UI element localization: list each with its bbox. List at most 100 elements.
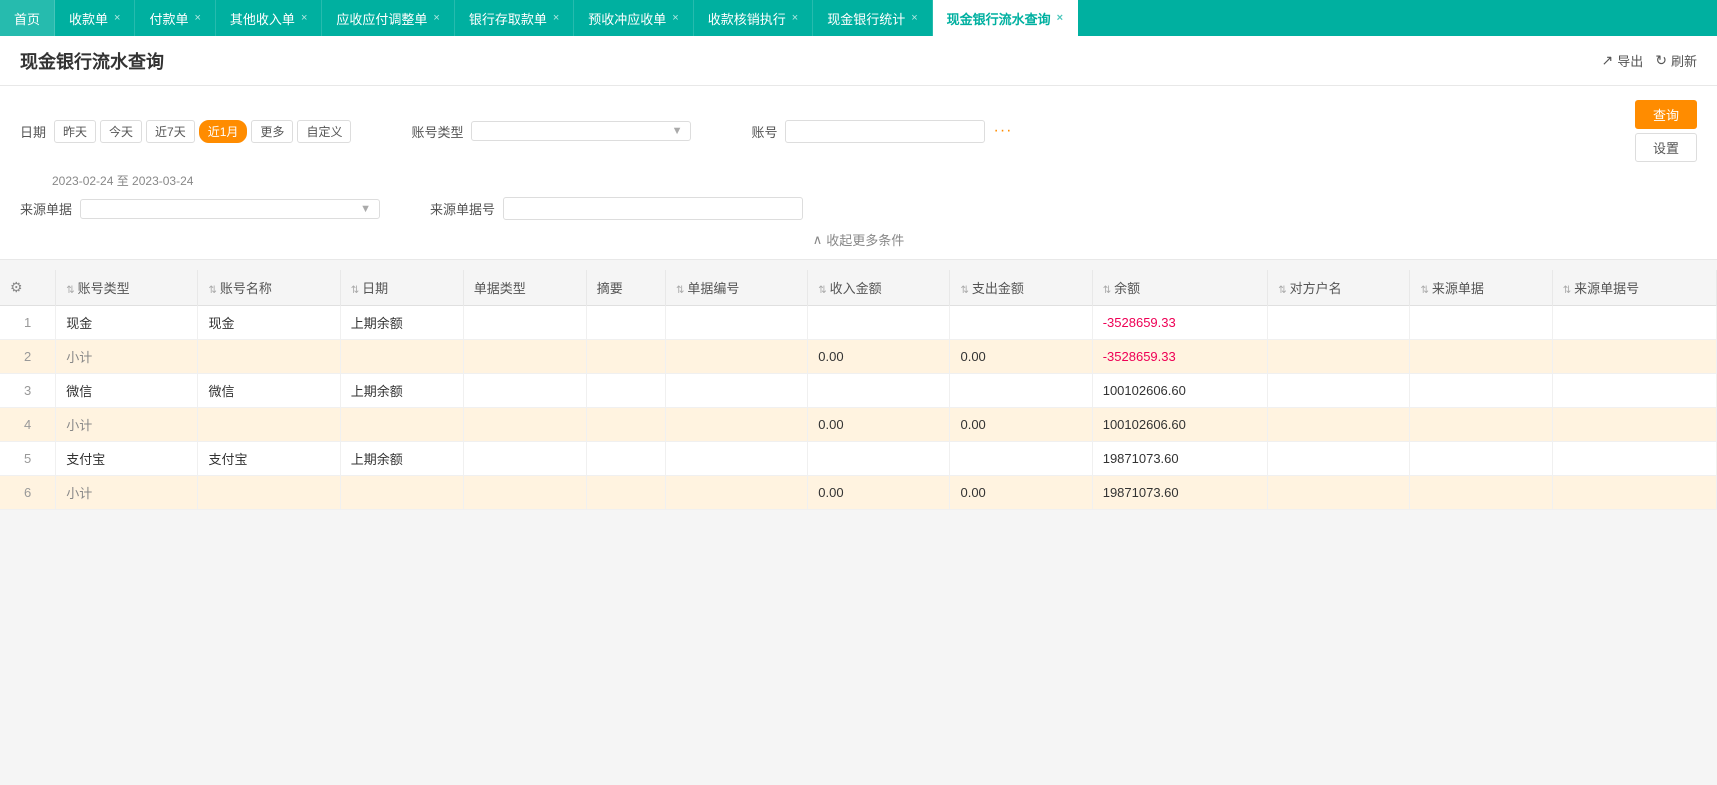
cell-account-name: 微信	[198, 374, 340, 408]
col-gear[interactable]: ⚙	[0, 270, 56, 306]
cell-doc-type	[463, 476, 586, 510]
cell-source-doc	[1410, 408, 1552, 442]
col-expense[interactable]: ⇅支出金额	[950, 270, 1092, 306]
nav-cash-stats[interactable]: 现金银行统计 ×	[813, 0, 932, 36]
account-type-select[interactable]: ▼	[471, 121, 691, 141]
account-label: 账号	[751, 122, 777, 141]
cell-source-doc-no	[1552, 408, 1716, 442]
cell-doc-type	[463, 374, 586, 408]
page-header: 现金银行流水查询 ↗ 导出 ↻ 刷新	[0, 36, 1717, 86]
cell-date: 上期余额	[340, 442, 463, 476]
source-doc-no-input[interactable]	[503, 197, 803, 220]
nav-bank-deposit[interactable]: 银行存取款单 ×	[455, 0, 574, 36]
cell-row-num: 4	[0, 408, 56, 442]
nav-payment[interactable]: 付款单 ×	[135, 0, 215, 36]
table-header-row: ⚙ ⇅账号类型 ⇅账号名称 ⇅日期 单据类型 摘要 ⇅单据编号 ⇅收入金额 ⇅支…	[0, 270, 1717, 306]
cell-balance: 100102606.60	[1092, 408, 1268, 442]
account-input[interactable]	[785, 120, 985, 143]
close-icon[interactable]: ×	[792, 12, 798, 24]
nav-prepay[interactable]: 预收冲应收单 ×	[574, 0, 693, 36]
cell-row-num: 6	[0, 476, 56, 510]
cell-doc-no	[666, 374, 808, 408]
source-doc-select[interactable]: ▼	[80, 199, 380, 219]
cell-summary	[586, 340, 665, 374]
table-row: 2 小计 0.00 0.00 -3528659.33	[0, 340, 1717, 374]
query-button[interactable]: 查询	[1635, 100, 1697, 129]
filter-row-2: 来源单据 ▼ 来源单据号	[20, 197, 1697, 220]
date-custom[interactable]: 自定义	[297, 120, 351, 143]
nav-cash-flow[interactable]: 现金银行流水查询 ×	[933, 0, 1078, 36]
dots-button[interactable]: ···	[993, 122, 1012, 140]
col-date[interactable]: ⇅日期	[340, 270, 463, 306]
date-7days[interactable]: 近7天	[146, 120, 195, 143]
table-row: 5 支付宝 支付宝 上期余额 19871073.60	[0, 442, 1717, 476]
col-counterparty[interactable]: ⇅对方户名	[1268, 270, 1410, 306]
table-row: 1 现金 现金 上期余额 -3528659.33	[0, 306, 1717, 340]
date-1month[interactable]: 近1月	[199, 120, 248, 143]
close-icon[interactable]: ×	[911, 12, 917, 24]
close-icon[interactable]: ×	[301, 12, 307, 24]
date-more[interactable]: 更多	[251, 120, 293, 143]
close-icon[interactable]: ×	[672, 12, 678, 24]
table-row: 6 小计 0.00 0.00 19871073.60	[0, 476, 1717, 510]
col-doc-type[interactable]: 单据类型	[463, 270, 586, 306]
cell-counterparty	[1268, 476, 1410, 510]
col-account-name[interactable]: ⇅账号名称	[198, 270, 340, 306]
cell-account-name: 支付宝	[198, 442, 340, 476]
nav-home[interactable]: 首页	[0, 0, 55, 36]
cell-row-num: 1	[0, 306, 56, 340]
cell-expense	[950, 442, 1092, 476]
filter-row-1: 日期 昨天 今天 近7天 近1月 更多 自定义 账号类型 ▼ 账号 ···	[20, 100, 1697, 162]
col-balance[interactable]: ⇅余额	[1092, 270, 1268, 306]
cell-expense	[950, 306, 1092, 340]
date-yesterday[interactable]: 昨天	[54, 120, 96, 143]
cell-income	[808, 442, 950, 476]
cell-account-type: 小计	[56, 476, 198, 510]
cell-summary	[586, 442, 665, 476]
nav-receipt[interactable]: 收款单 ×	[55, 0, 135, 36]
cell-source-doc-no	[1552, 374, 1716, 408]
close-icon[interactable]: ×	[194, 12, 200, 24]
collapse-bar[interactable]: ∧ 收起更多条件	[20, 230, 1697, 249]
cell-date: 上期余额	[340, 306, 463, 340]
cell-source-doc	[1410, 340, 1552, 374]
col-summary[interactable]: 摘要	[586, 270, 665, 306]
cell-doc-type	[463, 306, 586, 340]
cell-source-doc-no	[1552, 306, 1716, 340]
collapse-icon: ∧	[813, 232, 823, 248]
chevron-down-icon: ▼	[360, 203, 371, 215]
close-icon[interactable]: ×	[433, 12, 439, 24]
cell-counterparty	[1268, 442, 1410, 476]
cell-account-type: 现金	[56, 306, 198, 340]
nav-ar-ap-adjust[interactable]: 应收应付调整单 ×	[322, 0, 454, 36]
top-nav: 首页 收款单 × 付款单 × 其他收入单 × 应收应付调整单 × 银行存取款单 …	[0, 0, 1717, 36]
cell-income: 0.00	[808, 340, 950, 374]
col-source-doc[interactable]: ⇅来源单据	[1410, 270, 1552, 306]
col-account-type[interactable]: ⇅账号类型	[56, 270, 198, 306]
account-type-label: 账号类型	[411, 122, 463, 141]
close-icon[interactable]: ×	[114, 12, 120, 24]
settings-button[interactable]: 设置	[1635, 133, 1697, 162]
table-container: ⚙ ⇅账号类型 ⇅账号名称 ⇅日期 单据类型 摘要 ⇅单据编号 ⇅收入金额 ⇅支…	[0, 270, 1717, 510]
source-doc-label: 来源单据	[20, 199, 72, 218]
cell-summary	[586, 306, 665, 340]
cell-account-name: 现金	[198, 306, 340, 340]
col-source-doc-no[interactable]: ⇅来源单据号	[1552, 270, 1716, 306]
refresh-button[interactable]: ↻ 刷新	[1655, 51, 1697, 70]
export-button[interactable]: ↗ 导出	[1602, 51, 1644, 70]
chevron-down-icon: ▼	[672, 125, 683, 137]
source-doc-filter-group: 来源单据 ▼	[20, 199, 380, 219]
filter-area: 日期 昨天 今天 近7天 近1月 更多 自定义 账号类型 ▼ 账号 ···	[0, 86, 1717, 260]
nav-other-income[interactable]: 其他收入单 ×	[216, 0, 322, 36]
cell-row-num: 2	[0, 340, 56, 374]
cell-account-type: 微信	[56, 374, 198, 408]
col-income[interactable]: ⇅收入金额	[808, 270, 950, 306]
close-icon[interactable]: ×	[553, 12, 559, 24]
nav-verify[interactable]: 收款核销执行 ×	[694, 0, 813, 36]
col-doc-no[interactable]: ⇅单据编号	[666, 270, 808, 306]
source-doc-no-filter-group: 来源单据号	[430, 197, 803, 220]
cell-source-doc-no	[1552, 442, 1716, 476]
date-today[interactable]: 今天	[100, 120, 142, 143]
cell-doc-type	[463, 340, 586, 374]
close-icon[interactable]: ×	[1057, 12, 1063, 24]
